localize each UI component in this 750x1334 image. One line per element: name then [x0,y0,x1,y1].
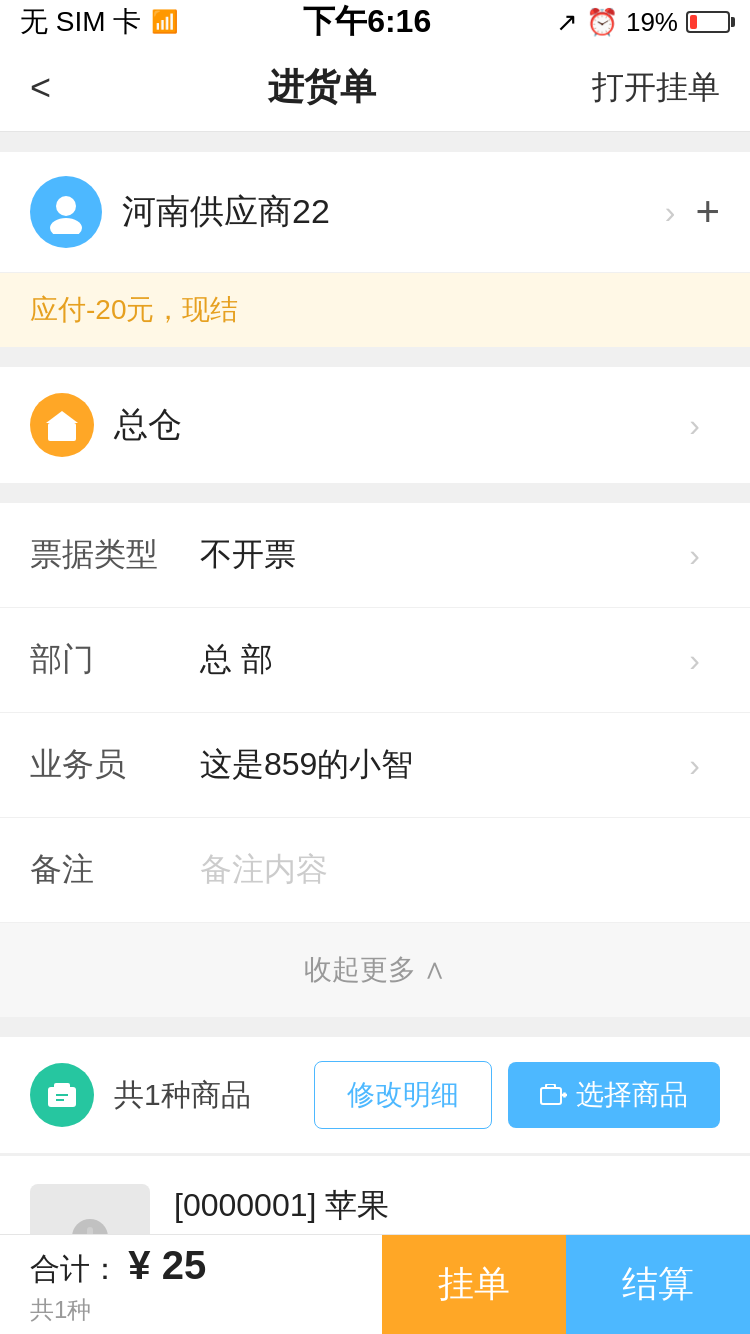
svg-point-0 [56,196,76,216]
wifi-icon: 📶 [151,9,178,35]
svg-rect-5 [54,1083,70,1089]
status-bar: 无 SIM 卡 📶 下午6:16 ↗ ⏰ 19% [0,0,750,44]
battery-icon [686,11,730,33]
department-row[interactable]: 部门 总 部 › [0,608,750,713]
collapse-button[interactable]: 收起更多 ∧ [0,923,750,1017]
battery-label: 19% [626,7,678,38]
supplier-section: 河南供应商22 › + 应付-20元，现结 [0,152,750,347]
back-button[interactable]: < [30,67,51,109]
alarm-icon: ⏰ [586,7,618,38]
product-name: [0000001] 苹果 [174,1184,684,1228]
svg-rect-4 [48,1087,76,1107]
salesperson-value: 这是859的小智 [190,743,689,787]
invoice-value: 不开票 [190,533,689,577]
total-label: 合计： [30,1252,120,1285]
remark-label: 备注 [30,848,190,892]
invoice-chevron-icon: › [689,537,700,574]
time-label: 下午6:16 [303,0,431,44]
department-label: 部门 [30,638,190,682]
svg-rect-8 [541,1088,561,1104]
product-icon [30,1063,94,1127]
bottom-summary: 合计： ¥ 25 共1种 [0,1235,382,1334]
nav-bar: < 进货单 打开挂单 [0,44,750,132]
item-count: 共1种 [30,1294,352,1326]
svg-point-1 [50,218,82,234]
checkout-button[interactable]: 结算 [566,1235,750,1334]
location-icon: ↗ [556,7,578,38]
section-gap-3 [0,483,750,503]
department-chevron-icon: › [689,642,700,679]
supplier-name: 河南供应商22 [122,189,665,235]
department-value: 总 部 [190,638,689,682]
salesperson-chevron-icon: › [689,747,700,784]
form-section: 票据类型 不开票 › 部门 总 部 › 业务员 这是859的小智 › 备注 备注… [0,503,750,923]
bottom-bar: 合计： ¥ 25 共1种 挂单 结算 [0,1234,750,1334]
warehouse-name: 总仓 [114,402,689,448]
salesperson-row[interactable]: 业务员 这是859的小智 › [0,713,750,818]
section-gap-2 [0,347,750,367]
warehouse-chevron-icon: › [689,407,700,444]
select-product-button[interactable]: 选择商品 [508,1062,720,1128]
page-title: 进货单 [268,63,376,112]
supplier-alert: 应付-20元，现结 [0,273,750,347]
warehouse-section: 总仓 › [0,367,750,483]
warehouse-row[interactable]: 总仓 › [0,367,750,483]
select-product-label: 选择商品 [576,1076,688,1114]
product-count-label: 共1种商品 [114,1075,314,1116]
section-gap-4 [0,1017,750,1037]
edit-detail-button[interactable]: 修改明细 [314,1061,492,1129]
supplier-chevron-icon: › [665,194,676,231]
total-row: 合计： ¥ 25 [30,1243,352,1290]
product-title: 苹果 [325,1187,389,1223]
hang-button[interactable]: 挂单 [382,1235,566,1334]
supplier-avatar [30,176,102,248]
carrier-label: 无 SIM 卡 [20,3,141,41]
product-code: [0000001] [174,1187,316,1223]
svg-marker-3 [46,411,78,423]
invoice-label: 票据类型 [30,533,190,577]
supplier-row[interactable]: 河南供应商22 › + [0,152,750,273]
remark-row[interactable]: 备注 备注内容 [0,818,750,923]
salesperson-label: 业务员 [30,743,190,787]
status-right: ↗ ⏰ 19% [556,7,730,38]
warehouse-icon [30,393,94,457]
svg-rect-2 [48,423,76,441]
open-hang-button[interactable]: 打开挂单 [592,66,720,110]
add-supplier-button[interactable]: + [695,191,720,233]
product-header: 共1种商品 修改明细 选择商品 [0,1037,750,1153]
total-amount: ¥ 25 [128,1243,206,1287]
status-left: 无 SIM 卡 📶 [20,3,178,41]
section-gap-1 [0,132,750,152]
remark-input[interactable]: 备注内容 [190,848,720,892]
invoice-row[interactable]: 票据类型 不开票 › [0,503,750,608]
